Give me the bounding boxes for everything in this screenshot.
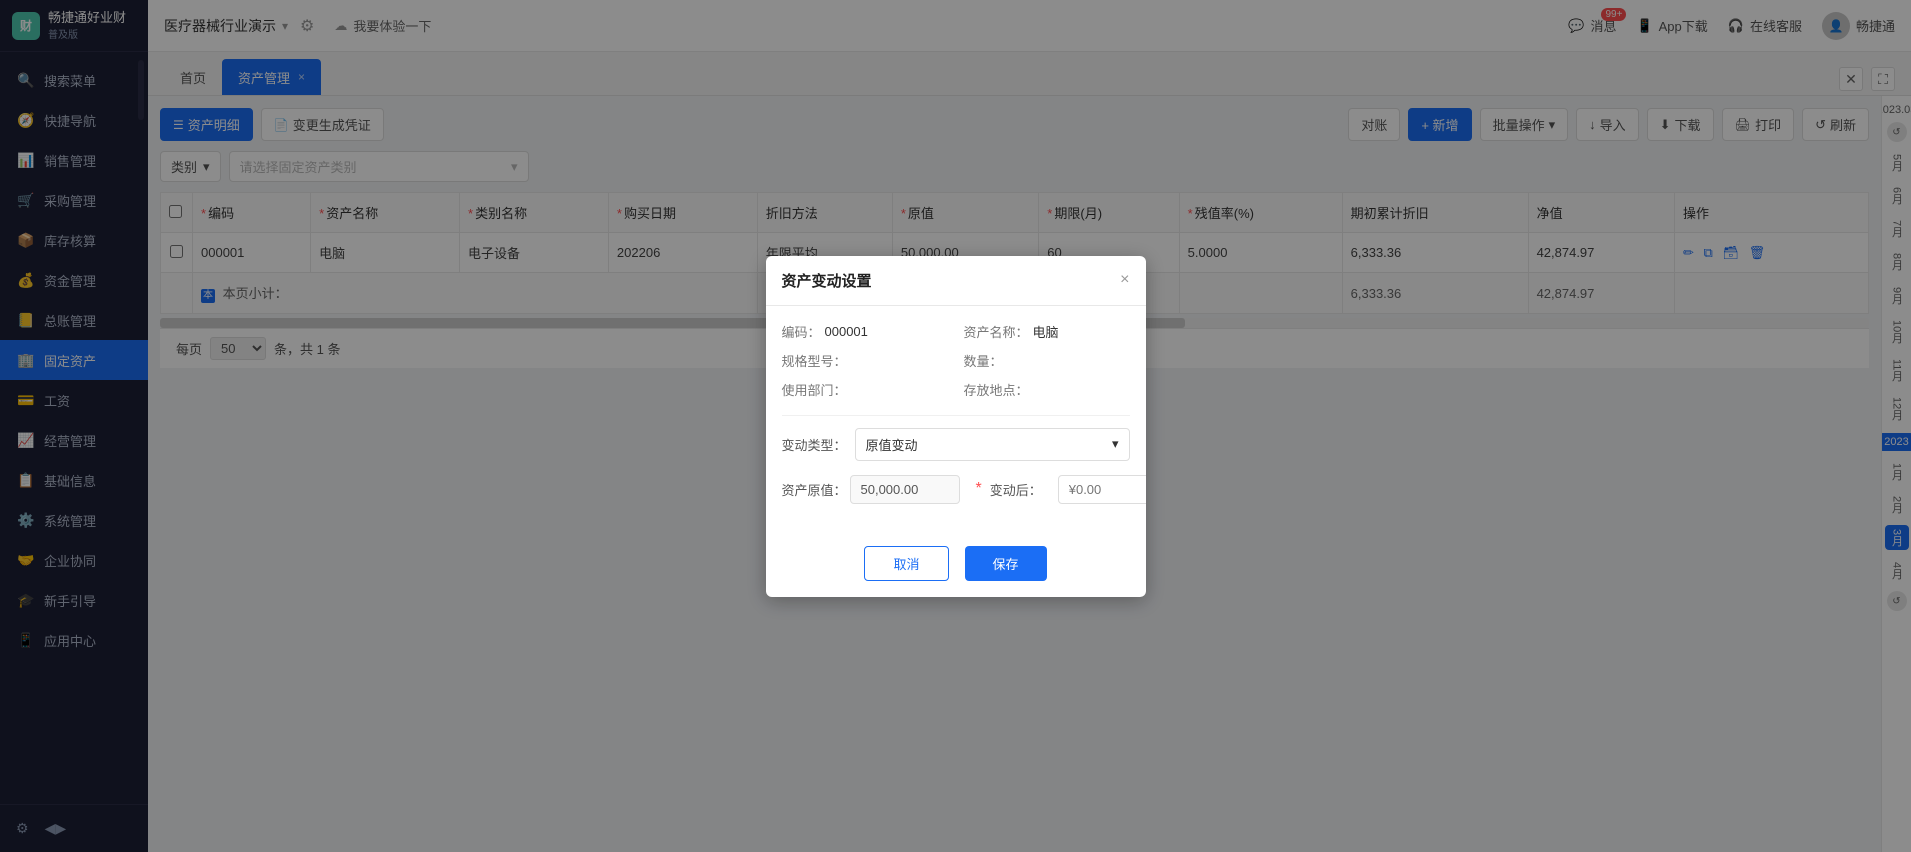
modal-original-value: 50,000.00 bbox=[861, 482, 919, 497]
change-type-arrow: ▾ bbox=[1112, 436, 1119, 452]
modal-original-value-label: 资产原值： bbox=[782, 480, 842, 499]
modal-department-item: 使用部门： bbox=[782, 380, 948, 399]
modal-name-label: 资产名称： bbox=[964, 322, 1029, 341]
modal-name-item: 资产名称： 电脑 bbox=[964, 322, 1130, 341]
modal-after-input[interactable] bbox=[1058, 475, 1146, 504]
modal-code-label: 编码： bbox=[782, 322, 821, 341]
modal-location-label: 存放地点： bbox=[964, 380, 1029, 399]
modal-info-grid: 编码： 000001 资产名称： 电脑 规格型号： 数量： 使用部门： bbox=[782, 322, 1130, 399]
modal-quantity-label: 数量： bbox=[964, 351, 1003, 370]
modal-change-type-select[interactable]: 原值变动 ▾ bbox=[855, 428, 1130, 461]
modal-change-type-row: 变动类型： 原值变动 ▾ bbox=[782, 428, 1130, 461]
modal-original-value-input: 50,000.00 bbox=[850, 475, 960, 504]
modal-code-item: 编码： 000001 bbox=[782, 322, 948, 341]
modal-name-value: 电脑 bbox=[1033, 322, 1059, 341]
modal-cancel-button[interactable]: 取消 bbox=[864, 546, 948, 581]
asset-change-modal: 资产变动设置 × 编码： 000001 资产名称： 电脑 规格型号： 数量： bbox=[766, 256, 1146, 597]
modal-required-mark: * bbox=[976, 480, 982, 498]
modal-model-item: 规格型号： bbox=[782, 351, 948, 370]
modal-quantity-item: 数量： bbox=[964, 351, 1130, 370]
modal-header: 资产变动设置 × bbox=[766, 256, 1146, 306]
modal-save-button[interactable]: 保存 bbox=[965, 546, 1047, 581]
modal-department-label: 使用部门： bbox=[782, 380, 847, 399]
modal-model-label: 规格型号： bbox=[782, 351, 847, 370]
modal-footer: 取消 保存 bbox=[766, 534, 1146, 597]
modal-title: 资产变动设置 bbox=[782, 270, 872, 291]
modal-after-label: 变动后： bbox=[990, 480, 1050, 499]
modal-close-button[interactable]: × bbox=[1120, 272, 1129, 288]
modal-change-type-label: 变动类型： bbox=[782, 435, 847, 454]
modal-values-row: 资产原值： 50,000.00 * 变动后： bbox=[782, 475, 1130, 504]
modal-change-type-value: 原值变动 bbox=[866, 435, 918, 454]
modal-overlay: 资产变动设置 × 编码： 000001 资产名称： 电脑 规格型号： 数量： bbox=[0, 0, 1911, 852]
modal-body: 编码： 000001 资产名称： 电脑 规格型号： 数量： 使用部门： bbox=[766, 306, 1146, 534]
modal-location-item: 存放地点： bbox=[964, 380, 1130, 399]
modal-code-value: 000001 bbox=[825, 324, 868, 339]
modal-divider bbox=[782, 415, 1130, 416]
